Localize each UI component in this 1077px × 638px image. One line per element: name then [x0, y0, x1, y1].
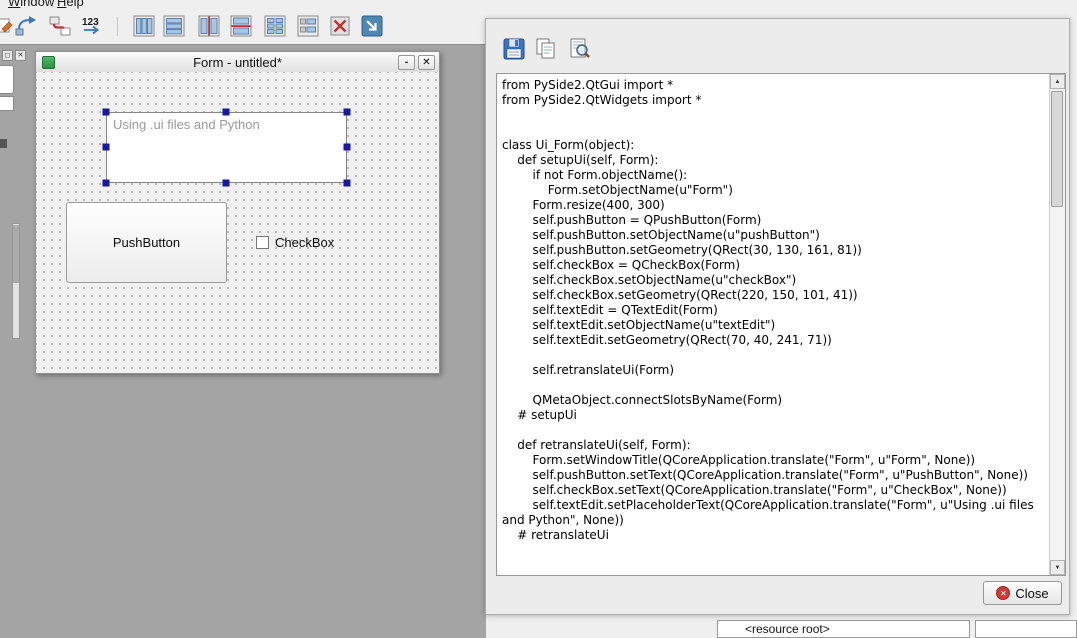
- code-line: QMetaObject.connectSlotsByName(Form): [502, 393, 1034, 408]
- resource-root-item[interactable]: <resource root>: [717, 620, 970, 638]
- tab-order-text: 123: [82, 17, 99, 28]
- layout-vertical-icon[interactable]: [162, 14, 186, 38]
- resource-root-label: <resource root>: [745, 622, 830, 636]
- code-text: from PySide2.QtGui import *from PySide2.…: [502, 78, 1034, 543]
- code-line: self.retranslateUi(Form): [502, 363, 1034, 378]
- code-scrollbar-thumb[interactable]: [1051, 91, 1063, 207]
- checkbox-widget[interactable]: CheckBox: [256, 222, 357, 263]
- edit-tab-order-icon[interactable]: 123: [80, 14, 104, 38]
- edit-widgets-icon[interactable]: [0, 14, 14, 38]
- edit-buddies-icon[interactable]: [48, 14, 72, 38]
- layout-form-icon[interactable]: [296, 14, 320, 38]
- qt-designer-window: Window Help 123: [0, 0, 1077, 638]
- dock-scrollbar[interactable]: [12, 223, 20, 339]
- code-line: from PySide2.QtGui import *: [502, 78, 1034, 93]
- menu-help[interactable]: Help: [57, 0, 84, 9]
- textedit-widget[interactable]: Using .ui files and Python: [106, 112, 347, 183]
- widgetbox-item-fragment: [0, 96, 14, 111]
- code-line: [502, 348, 1034, 363]
- code-line: self.checkBox.setObjectName(u"checkBox"): [502, 273, 1034, 288]
- checkbox-indicator[interactable]: [256, 236, 269, 249]
- scroll-down-glyph: ▼: [1055, 565, 1061, 571]
- selection-handle-mid-right[interactable]: [344, 144, 351, 151]
- save-icon[interactable]: [502, 37, 526, 61]
- menubar: Window Help: [0, 0, 485, 9]
- form-window-title: Form - untitled*: [36, 55, 439, 70]
- code-line: Form.setWindowTitle(QCoreApplication.tra…: [502, 453, 1034, 468]
- dock-restore-icon[interactable]: ◻: [2, 50, 13, 61]
- code-line: self.pushButton.setObjectName(u"pushButt…: [502, 228, 1034, 243]
- edit-signals-slots-icon[interactable]: [14, 14, 38, 38]
- form-canvas[interactable]: Using .ui files and Python PushButton Ch…: [36, 72, 439, 373]
- code-line: Form.resize(400, 300): [502, 198, 1034, 213]
- code-line: self.textEdit.setPlaceholderText(QCoreAp…: [502, 498, 1034, 513]
- close-button-label: Close: [1015, 586, 1048, 601]
- layout-horizontal-splitter-icon[interactable]: [197, 14, 221, 38]
- form-designer-window: Form - untitled* - ✕ Using .ui files and…: [35, 51, 440, 374]
- textedit-placeholder: Using .ui files and Python: [113, 117, 260, 132]
- code-line: self.textEdit.setGeometry(QRect(70, 40, …: [502, 333, 1034, 348]
- code-line: # setupUi: [502, 408, 1034, 423]
- code-line: self.pushButton.setGeometry(QRect(30, 13…: [502, 243, 1034, 258]
- code-line: # retranslateUi: [502, 528, 1034, 543]
- selection-handle-bottom-left[interactable]: [103, 180, 110, 187]
- layout-grid-icon[interactable]: [263, 14, 287, 38]
- dock-close-icon[interactable]: ✕: [15, 50, 26, 61]
- code-line: self.checkBox = QCheckBox(Form): [502, 258, 1034, 273]
- main-toolbar: 123: [0, 9, 486, 44]
- layout-horizontal-icon[interactable]: [132, 14, 156, 38]
- layout-vertical-splitter-icon[interactable]: [229, 14, 253, 38]
- selection-handle-bottom-right[interactable]: [344, 180, 351, 187]
- code-line: class Ui_Form(object):: [502, 138, 1034, 153]
- code-line: def retranslateUi(self, Form):: [502, 438, 1034, 453]
- selection-handle-top-mid[interactable]: [223, 109, 230, 116]
- code-scrollbar[interactable]: ▲ ▼: [1049, 74, 1065, 575]
- minimize-button[interactable]: -: [398, 55, 415, 70]
- pushbutton-widget[interactable]: PushButton: [66, 202, 227, 283]
- code-line: [502, 123, 1034, 138]
- find-icon[interactable]: [568, 37, 592, 61]
- mdi-workspace: ◻ ✕ Form - untitled* - ✕ Using .ui files…: [0, 44, 486, 638]
- dialog-close-button[interactable]: ✕ Close: [983, 581, 1062, 605]
- selection-handle-top-right[interactable]: [344, 109, 351, 116]
- code-line: from PySide2.QtWidgets import *: [502, 93, 1034, 108]
- selection-handle-mid-left[interactable]: [103, 144, 110, 151]
- close-button[interactable]: ✕: [418, 55, 435, 70]
- toolbar-separator: [117, 17, 118, 36]
- form-window-titlebar[interactable]: Form - untitled* - ✕: [36, 52, 439, 73]
- scroll-up-icon[interactable]: ▲: [1050, 74, 1065, 89]
- widgetbox-filter-field[interactable]: [0, 65, 14, 94]
- code-line: [502, 378, 1034, 393]
- break-layout-icon[interactable]: [328, 14, 352, 38]
- adjust-size-icon[interactable]: [360, 14, 384, 38]
- code-line: def setupUi(self, Form):: [502, 153, 1034, 168]
- copy-icon[interactable]: [534, 37, 558, 61]
- code-line: self.pushButton.setText(QCoreApplication…: [502, 468, 1034, 483]
- selection-handle-bottom-mid[interactable]: [223, 180, 230, 187]
- checkbox-label: CheckBox: [275, 235, 334, 250]
- code-line: self.pushButton = QPushButton(Form): [502, 213, 1034, 228]
- code-line: self.checkBox.setText(QCoreApplication.t…: [502, 483, 1034, 498]
- widgetbox-icon: [0, 139, 7, 148]
- code-preview-dialog: from PySide2.QtGui import *from PySide2.…: [485, 18, 1070, 615]
- scroll-up-glyph: ▲: [1055, 79, 1061, 85]
- menu-window[interactable]: Window: [8, 0, 54, 9]
- scroll-down-icon[interactable]: ▼: [1050, 560, 1065, 575]
- resource-panel-fragment: [975, 620, 1077, 638]
- code-line: Form.setObjectName(u"Form"): [502, 183, 1034, 198]
- code-line: [502, 108, 1034, 123]
- code-line: self.textEdit.setObjectName(u"textEdit"): [502, 318, 1034, 333]
- form-window-icon: [42, 56, 55, 69]
- close-x-icon: ✕: [996, 586, 1010, 600]
- code-line: self.checkBox.setGeometry(QRect(220, 150…: [502, 288, 1034, 303]
- code-line: if not Form.objectName():: [502, 168, 1034, 183]
- code-line: [502, 423, 1034, 438]
- selection-handle-top-left[interactable]: [103, 109, 110, 116]
- code-view[interactable]: from PySide2.QtGui import *from PySide2.…: [496, 73, 1066, 576]
- code-line: and Python", None)): [502, 513, 1034, 528]
- code-line: self.textEdit = QTextEdit(Form): [502, 303, 1034, 318]
- dock-scrollbar-thumb[interactable]: [13, 225, 19, 283]
